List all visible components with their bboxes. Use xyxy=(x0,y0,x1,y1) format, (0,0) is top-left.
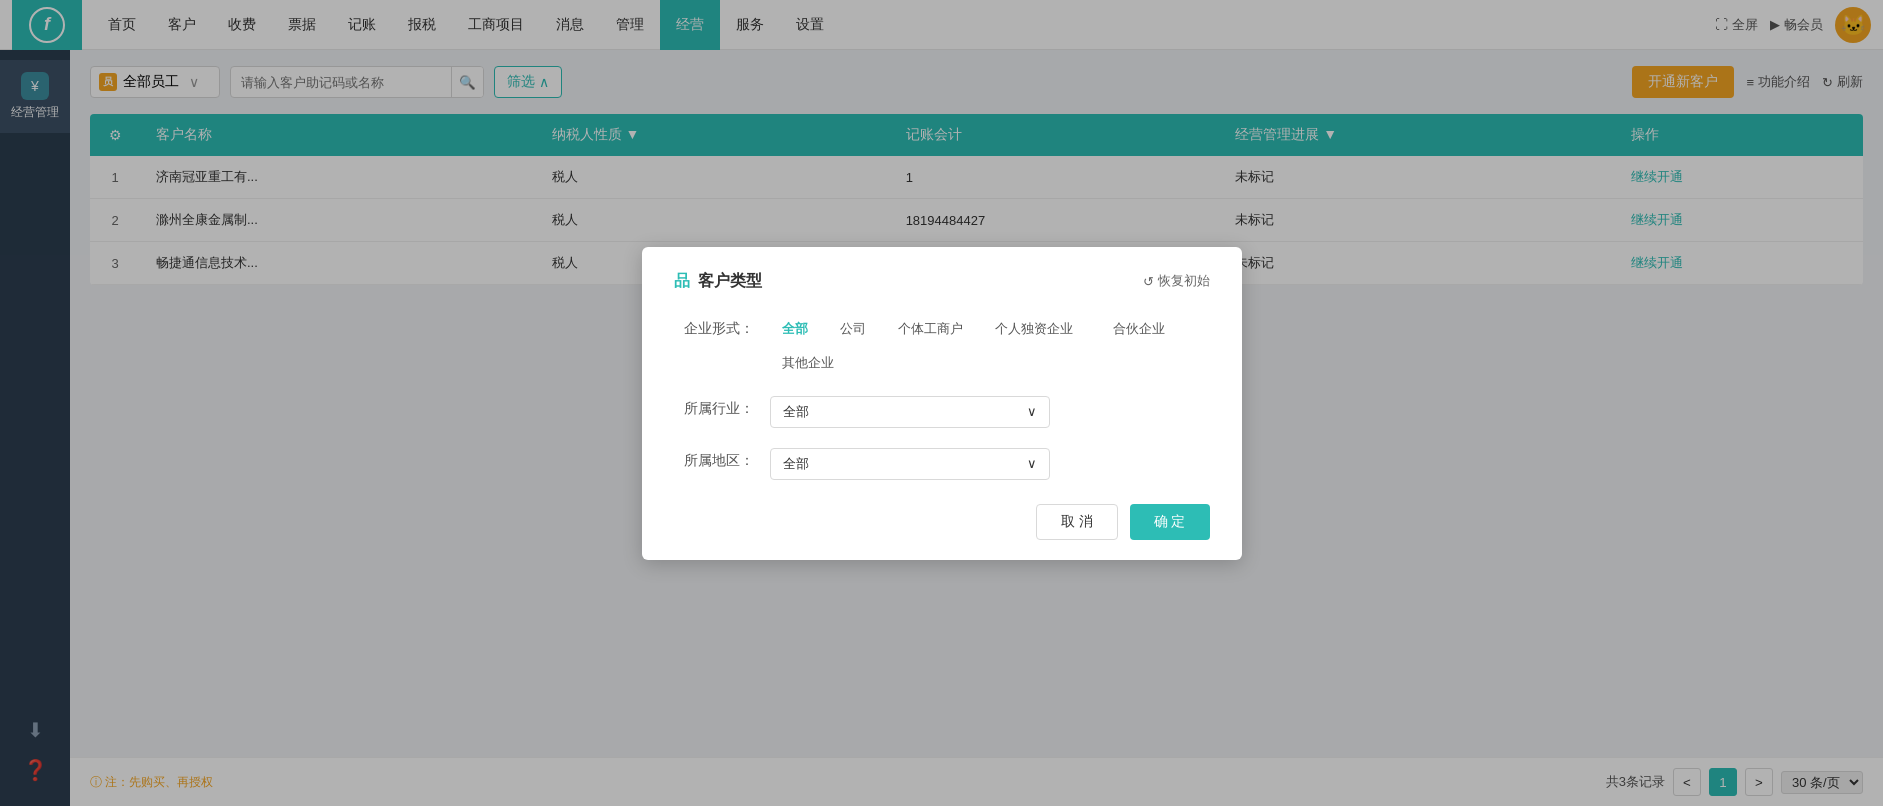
reset-icon: ↺ xyxy=(1143,274,1154,289)
region-form-row: 所属地区： 全部 ∨ xyxy=(674,448,1210,480)
enterprise-tag-all[interactable]: 全部 xyxy=(770,316,820,342)
industry-select[interactable]: 全部 ∨ xyxy=(770,396,1050,428)
industry-dropdown-icon: ∨ xyxy=(1027,404,1037,419)
dialog-footer: 取 消 确 定 xyxy=(674,504,1210,540)
reset-button[interactable]: ↺ 恢复初始 xyxy=(1143,272,1210,290)
industry-form-row: 所属行业： 全部 ∨ xyxy=(674,396,1210,428)
enterprise-tag-partnership[interactable]: 合伙企业 xyxy=(1101,316,1177,342)
dialog-title-icon: 品 xyxy=(674,271,690,292)
industry-form-content: 全部 ∨ xyxy=(770,396,1210,428)
region-value: 全部 xyxy=(783,455,809,473)
filter-dialog-overlay[interactable]: 品 客户类型 ↺ 恢复初始 企业形式： 全部 公司 个体工商户 个人独资企业 合… xyxy=(0,0,1883,806)
confirm-button[interactable]: 确 定 xyxy=(1130,504,1210,540)
region-dropdown-icon: ∨ xyxy=(1027,456,1037,471)
region-label: 所属地区： xyxy=(674,448,754,470)
dialog-title-text: 客户类型 xyxy=(698,271,762,292)
cancel-button[interactable]: 取 消 xyxy=(1036,504,1118,540)
enterprise-tag-group: 全部 公司 个体工商户 个人独资企业 合伙企业 其他企业 xyxy=(770,316,1210,376)
enterprise-tag-company[interactable]: 公司 xyxy=(828,316,878,342)
industry-value: 全部 xyxy=(783,403,809,421)
region-select[interactable]: 全部 ∨ xyxy=(770,448,1050,480)
reset-label: 恢复初始 xyxy=(1158,272,1210,290)
enterprise-form-label: 企业形式： xyxy=(674,316,754,338)
enterprise-tag-other[interactable]: 其他企业 xyxy=(770,350,846,376)
filter-dialog: 品 客户类型 ↺ 恢复初始 企业形式： 全部 公司 个体工商户 个人独资企业 合… xyxy=(642,247,1242,560)
enterprise-form-row: 企业形式： 全部 公司 个体工商户 个人独资企业 合伙企业 其他企业 xyxy=(674,316,1210,376)
dialog-header: 品 客户类型 ↺ 恢复初始 xyxy=(674,271,1210,292)
industry-label: 所属行业： xyxy=(674,396,754,418)
enterprise-tag-individual[interactable]: 个人独资企业 xyxy=(983,316,1085,342)
region-form-content: 全部 ∨ xyxy=(770,448,1210,480)
enterprise-form-content: 全部 公司 个体工商户 个人独资企业 合伙企业 其他企业 xyxy=(770,316,1210,376)
dialog-title: 品 客户类型 xyxy=(674,271,762,292)
enterprise-tag-sole[interactable]: 个体工商户 xyxy=(886,316,975,342)
